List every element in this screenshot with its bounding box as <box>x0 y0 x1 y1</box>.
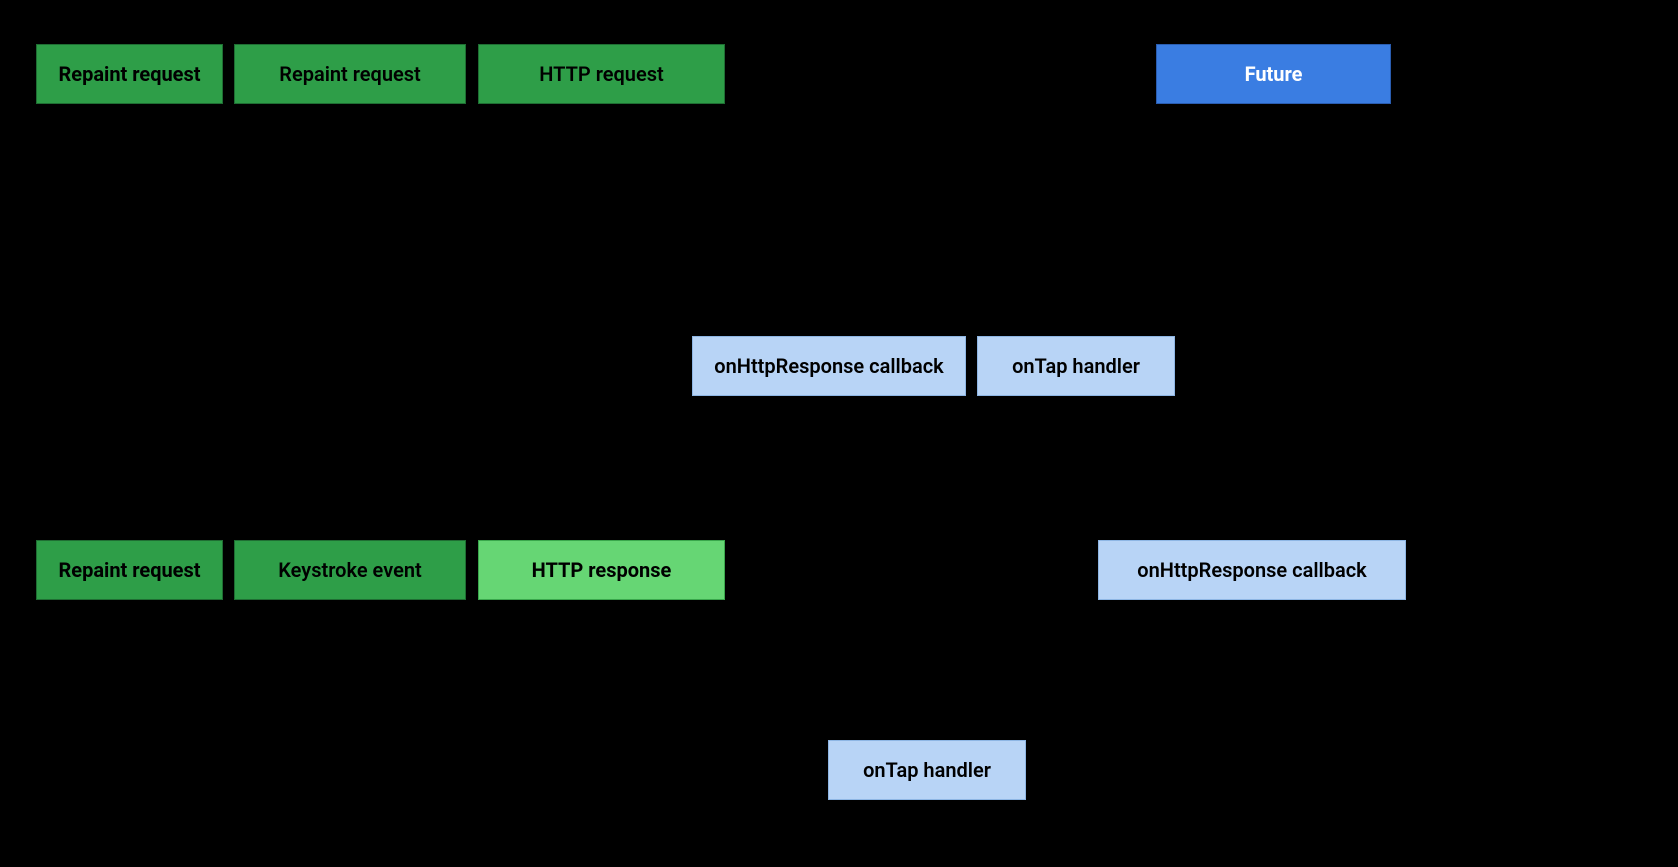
on-http-response-callback-box: onHttpResponse callback <box>1098 540 1406 600</box>
on-tap-handler-box: onTap handler <box>828 740 1026 800</box>
on-tap-handler-box: onTap handler <box>977 336 1175 396</box>
repaint-request-box: Repaint request <box>234 44 466 104</box>
diagram-stage: Repaint request Repaint request HTTP req… <box>0 0 1678 867</box>
keystroke-event-box: Keystroke event <box>234 540 466 600</box>
repaint-request-box: Repaint request <box>36 540 223 600</box>
http-response-box: HTTP response <box>478 540 725 600</box>
http-request-box: HTTP request <box>478 44 725 104</box>
on-http-response-callback-box: onHttpResponse callback <box>692 336 966 396</box>
repaint-request-box: Repaint request <box>36 44 223 104</box>
future-box: Future <box>1156 44 1391 104</box>
